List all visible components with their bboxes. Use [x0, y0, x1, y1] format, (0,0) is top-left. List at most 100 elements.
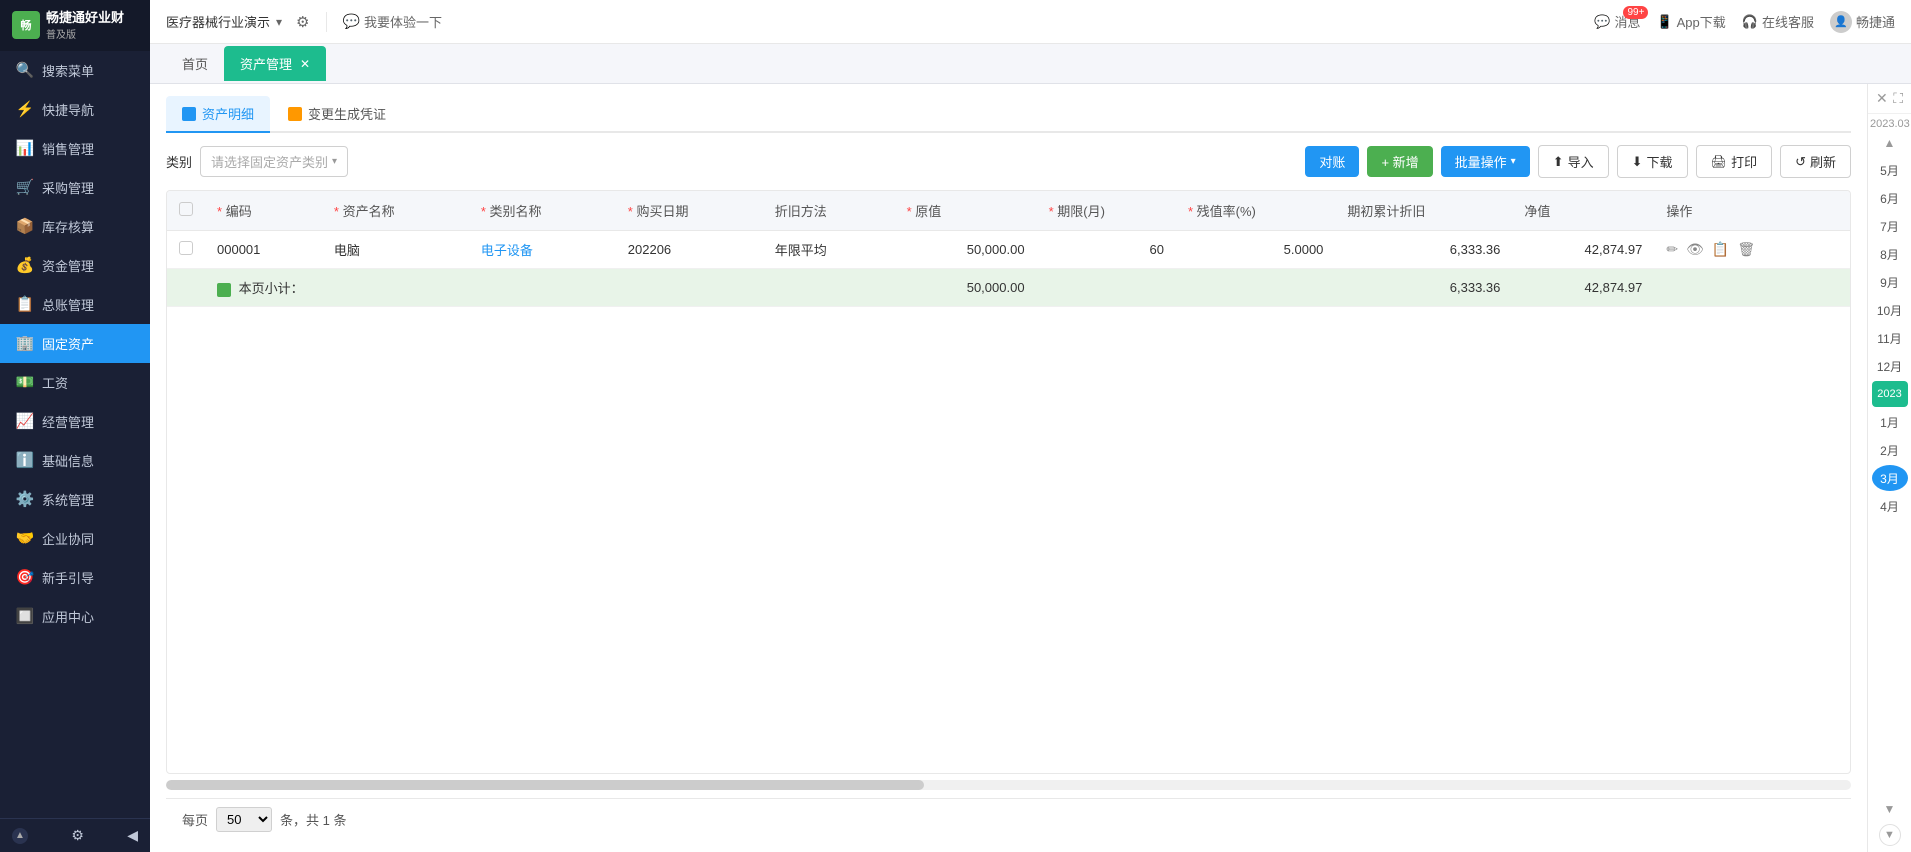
user-btn[interactable]: 👤 畅捷通: [1830, 11, 1895, 33]
horizontal-scrollbar-thumb: [166, 780, 924, 790]
month-4[interactable]: 4月: [1872, 493, 1908, 519]
sidebar-item-inventory[interactable]: 📦 库存核算: [0, 207, 150, 246]
table-col-actions: 操作: [1654, 191, 1850, 231]
sidebar-item-label: 企业协同: [42, 529, 94, 548]
month-12[interactable]: 12月: [1872, 353, 1908, 379]
toolbar: 类别 请选择固定资产类别 ▾ 对账 + 新增 批量操作 ▾: [166, 145, 1851, 178]
batch-button[interactable]: 批量操作 ▾: [1441, 146, 1530, 177]
sidebar-item-label: 基础信息: [42, 451, 94, 470]
filter-category-dropdown[interactable]: 请选择固定资产类别 ▾: [200, 146, 348, 177]
right-panel-expand-icon[interactable]: ⛶: [1893, 90, 1903, 107]
sidebar-item-label: 新手引导: [42, 568, 94, 587]
sidebar-item-enterprise[interactable]: 🤝 企业协同: [0, 519, 150, 558]
sidebar-item-basicinfo[interactable]: ℹ️ 基础信息: [0, 441, 150, 480]
right-panel-circle-arrow[interactable]: ▼: [1879, 824, 1901, 846]
user-label: 畅捷通: [1856, 12, 1895, 31]
sidebar-item-apps[interactable]: 🔲 应用中心: [0, 597, 150, 636]
sidebar-collapse-icon[interactable]: ◀: [127, 827, 138, 844]
month-9[interactable]: 9月: [1872, 269, 1908, 295]
row-code: 000001: [205, 231, 322, 269]
sidebar-logo[interactable]: 畅 畅捷通好业财 普及版: [0, 0, 150, 51]
sidebar-item-guide[interactable]: 🎯 新手引导: [0, 558, 150, 597]
tab-assets[interactable]: 资产管理 ✕: [224, 46, 326, 81]
print-button[interactable]: 🖨 打印: [1696, 145, 1773, 178]
service-btn[interactable]: 🎧 在线客服: [1742, 12, 1814, 31]
month-2[interactable]: 2月: [1872, 437, 1908, 463]
subtotal-empty2: [1037, 269, 1176, 307]
month-8[interactable]: 8月: [1872, 241, 1908, 267]
subtotal-net-value: 42,874.97: [1512, 269, 1654, 307]
tab-close-icon[interactable]: ✕: [300, 57, 310, 71]
table-col-accumulated: 期初累计折旧: [1335, 191, 1512, 231]
filter-category-placeholder: 请选择固定资产类别: [211, 152, 328, 171]
company-selector[interactable]: 医疗器械行业演示 ▾: [166, 12, 282, 31]
sidebar-item-label: 库存核算: [42, 217, 94, 236]
new-button[interactable]: + 新增: [1367, 146, 1432, 177]
user-avatar: 👤: [1830, 11, 1852, 33]
feedback-btn[interactable]: 💬 我要体验一下: [343, 12, 442, 31]
filter-category-label: 类别: [166, 152, 192, 171]
sidebar-item-label: 固定资产: [42, 334, 94, 353]
topbar-divider: [326, 12, 327, 32]
company-gear-icon[interactable]: ⚙: [296, 13, 309, 31]
month-6[interactable]: 6月: [1872, 185, 1908, 211]
app-download-label: App下载: [1677, 12, 1726, 31]
select-all-checkbox[interactable]: [179, 202, 193, 216]
sidebar-settings-icon[interactable]: ⚙: [71, 827, 84, 844]
right-panel-up-arrow[interactable]: ▲: [1868, 136, 1911, 150]
sidebar-item-quicknav[interactable]: ⚡ 快捷导航: [0, 90, 150, 129]
per-page-select[interactable]: 50 100: [216, 807, 272, 832]
sub-tab-assetdetail[interactable]: 资产明细: [166, 96, 270, 133]
app-download-btn[interactable]: 📱 App下载: [1656, 12, 1725, 31]
sidebar-item-operations[interactable]: 📈 经营管理: [0, 402, 150, 441]
sidebar-item-purchase[interactable]: 🛒 采购管理: [0, 168, 150, 207]
row-checkbox[interactable]: [179, 241, 193, 255]
subtotal-original-value: 50,000.00: [895, 269, 1037, 307]
sidebar-item-ledger[interactable]: 📋 总账管理: [0, 285, 150, 324]
sidebar-item-label: 搜索菜单: [42, 61, 94, 80]
subtotal-empty3: [1176, 269, 1335, 307]
month-5[interactable]: 5月: [1872, 157, 1908, 183]
sidebar-item-salary[interactable]: 💵 工资: [0, 363, 150, 402]
copy-icon[interactable]: 📋: [1712, 241, 1729, 258]
sidebar-item-system[interactable]: ⚙️ 系统管理: [0, 480, 150, 519]
notifications-badge: 99+: [1623, 6, 1648, 19]
edit-icon[interactable]: ✏: [1666, 241, 1678, 258]
month-1[interactable]: 1月: [1872, 409, 1908, 435]
sidebar-scroll-up[interactable]: ▲: [12, 828, 28, 844]
sidebar-item-fixedassets[interactable]: 🏢 固定资产: [0, 324, 150, 363]
month-7[interactable]: 7月: [1872, 213, 1908, 239]
row-accumulated: 6,333.36: [1335, 231, 1512, 269]
right-panel: ✕ ⛶ 2023.03 ▲ 5月 6月 7月 8月 9月 10月 11月 12月…: [1867, 84, 1911, 852]
right-panel-close-icon[interactable]: ✕: [1876, 90, 1888, 107]
right-panel-down-arrow[interactable]: ▼: [1868, 802, 1911, 816]
month-11[interactable]: 11月: [1872, 325, 1908, 351]
month-3-active[interactable]: 3月: [1872, 465, 1908, 491]
content-tabs: 首页 资产管理 ✕: [150, 44, 1911, 84]
notifications-btn[interactable]: 💬 消息 99+: [1594, 12, 1640, 31]
row-name: 电脑: [322, 231, 469, 269]
subtotal-empty1: [763, 269, 895, 307]
export-button[interactable]: ⬆ 导入: [1538, 145, 1609, 178]
sidebar-item-label: 应用中心: [42, 607, 94, 626]
changevoucher-icon: [288, 107, 302, 121]
sub-tab-changevoucher[interactable]: 变更生成凭证: [272, 96, 402, 133]
horizontal-scrollbar[interactable]: [166, 780, 1851, 790]
sidebar-item-capital[interactable]: 💰 资金管理: [0, 246, 150, 285]
refresh-button[interactable]: ↺ 刷新: [1780, 145, 1851, 178]
month-10[interactable]: 10月: [1872, 297, 1908, 323]
batch-label: 批量操作: [1455, 152, 1507, 171]
delete-icon[interactable]: 🗑: [1737, 241, 1755, 258]
sidebar-item-sales[interactable]: 📊 销售管理: [0, 129, 150, 168]
download-button[interactable]: ⬇ 下载: [1617, 145, 1688, 178]
tab-home[interactable]: 首页: [166, 46, 224, 81]
sub-tab-assetdetail-label: 资产明细: [202, 104, 254, 123]
print-label: 打印: [1731, 152, 1757, 171]
sidebar-item-search[interactable]: 🔍 搜索菜单: [0, 51, 150, 90]
subtotal-accumulated: 6,333.36: [1335, 269, 1512, 307]
toolbar-right: 对账 + 新增 批量操作 ▾ ⬆ 导入 ⬇ 下载: [1305, 145, 1851, 178]
assets-table: * 编码 * 资产名称 * 类别名称 * 购买日期 折旧方法 * 原值 * 期限…: [167, 191, 1850, 307]
view-icon[interactable]: 👁: [1686, 241, 1704, 258]
filter-category-arrow-icon: ▾: [332, 156, 337, 167]
reconcile-button[interactable]: 对账: [1305, 146, 1359, 177]
